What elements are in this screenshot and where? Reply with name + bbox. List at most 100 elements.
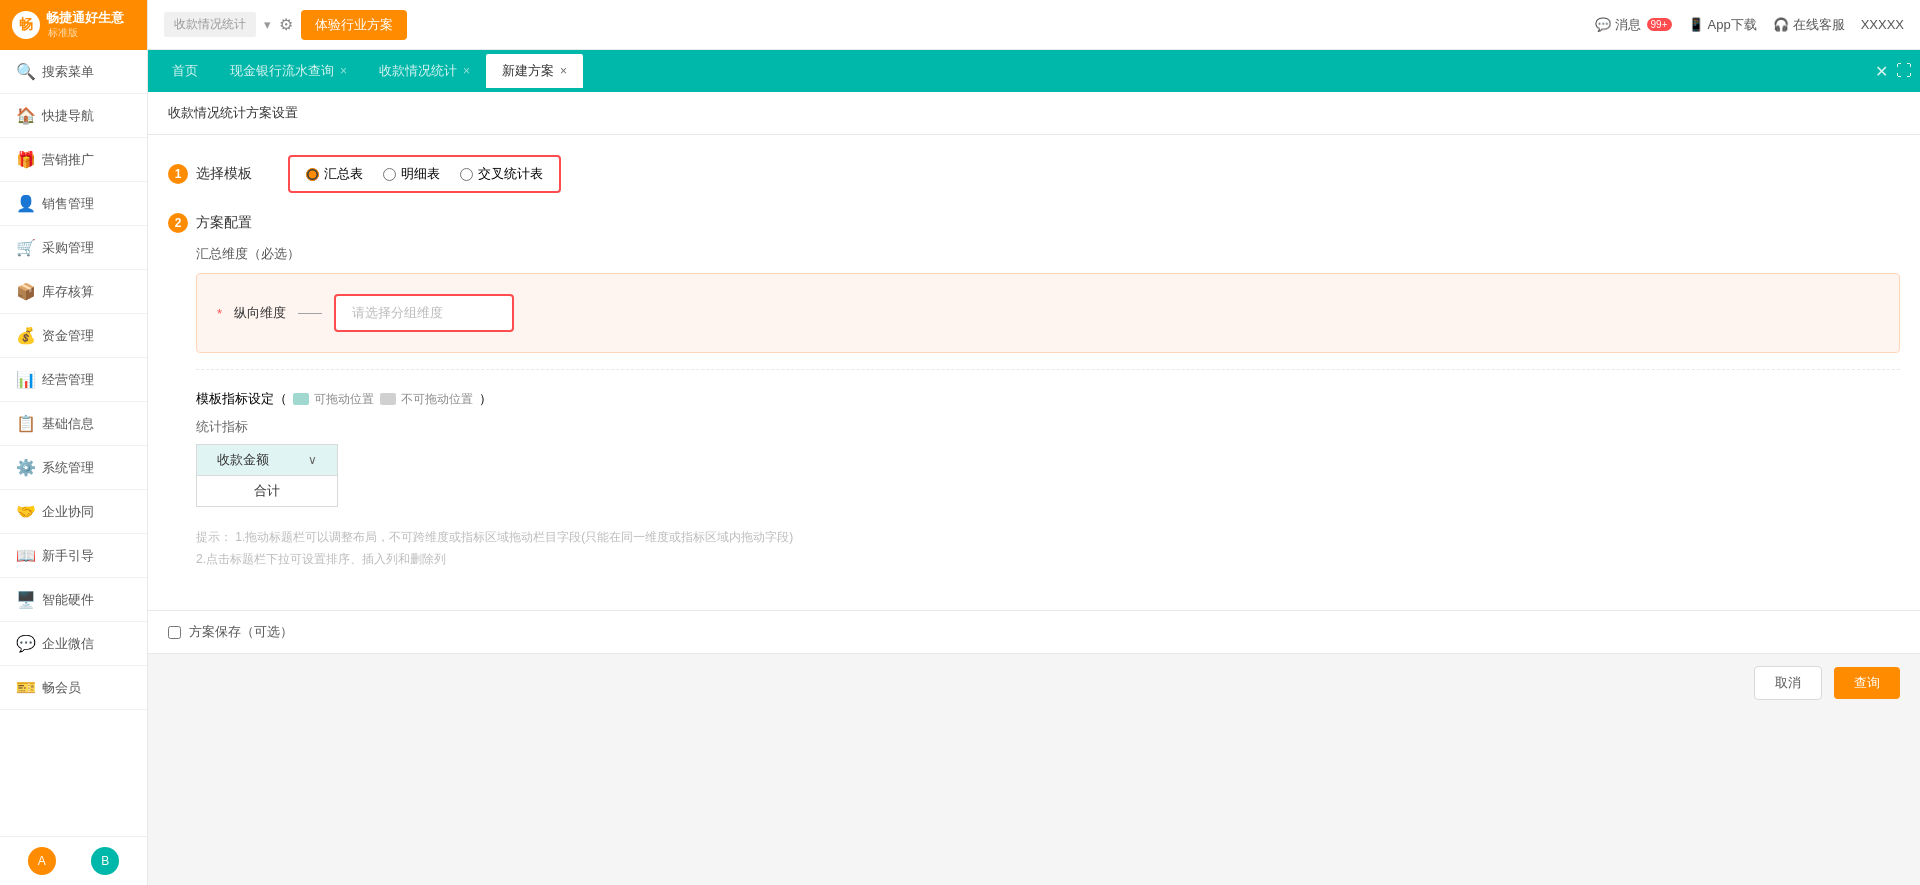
section2-num: 2: [168, 213, 188, 233]
tab-close-receipt-stats[interactable]: ×: [463, 64, 470, 78]
metrics-setting-label: 模板指标设定（: [196, 390, 287, 408]
tabs-right-controls: ✕ ⛶: [1875, 62, 1912, 81]
close-window-icon[interactable]: ✕: [1875, 62, 1888, 81]
message-icon: 💬: [1595, 17, 1611, 32]
radio-cross[interactable]: 交叉统计表: [460, 165, 543, 183]
sidebar-item-hardware[interactable]: 🖥️ 智能硬件: [0, 578, 147, 622]
main-area: 收款情况统计 ▾ ⚙ 体验行业方案 💬 消息 99+ 📱 App下载 🎧 在线客…: [148, 0, 1920, 885]
metrics-dropdown-icon[interactable]: ∨: [308, 453, 317, 467]
metrics-legend-row: 模板指标设定（ 可拖动位置 不可拖动位置 ）: [196, 390, 1900, 408]
sidebar-logo: 畅 畅捷通好生意 标准版: [0, 0, 147, 50]
tab-cash-flow[interactable]: 现金银行流水查询×: [214, 54, 363, 88]
sidebar-item-operation[interactable]: 📊 经营管理: [0, 358, 147, 402]
sidebar-label-basic-info: 基础信息: [42, 415, 94, 433]
sidebar-icon-inventory: 📦: [16, 282, 34, 301]
form-body: 1 选择模板 汇总表 明细表 交叉统计表: [148, 135, 1920, 610]
radio-detail-input[interactable]: [383, 168, 396, 181]
logo-text: 畅捷通好生意: [46, 10, 124, 26]
tab-label-home: 首页: [172, 62, 198, 80]
metrics-table-header[interactable]: 收款金额 ∨: [197, 445, 337, 476]
sidebar-icon-system: ⚙️: [16, 458, 34, 477]
tab-receipt-stats[interactable]: 收款情况统计×: [363, 54, 486, 88]
tab-close-new-plan[interactable]: ×: [560, 64, 567, 78]
sidebar-icon-finance: 💰: [16, 326, 34, 345]
sidebar-item-sales[interactable]: 👤 销售管理: [0, 182, 147, 226]
topbar: 收款情况统计 ▾ ⚙ 体验行业方案 💬 消息 99+ 📱 App下载 🎧 在线客…: [148, 0, 1920, 50]
section2-label: 方案配置: [196, 214, 252, 232]
radio-summary-input[interactable]: [306, 168, 319, 181]
dimension-row: * 纵向维度 —— 请选择分组维度: [217, 294, 1879, 332]
metrics-table: 收款金额 ∨ 合计: [196, 444, 338, 507]
metrics-section: 模板指标设定（ 可拖动位置 不可拖动位置 ） 统计指标: [196, 390, 1900, 507]
service-button[interactable]: 🎧 在线客服: [1773, 16, 1845, 34]
sidebar-item-quick-nav[interactable]: 🏠 快捷导航: [0, 94, 147, 138]
sidebar-item-wechat[interactable]: 💬 企业微信: [0, 622, 147, 666]
tab-close-cash-flow[interactable]: ×: [340, 64, 347, 78]
sidebar-label-system: 系统管理: [42, 459, 94, 477]
legend-draggable-item: 可拖动位置: [293, 391, 374, 408]
tab-new-plan[interactable]: 新建方案×: [486, 54, 583, 88]
sidebar-item-search-menu[interactable]: 🔍 搜索菜单: [0, 50, 147, 94]
sidebar-label-finance: 资金管理: [42, 327, 94, 345]
topbar-breadcrumb: 收款情况统计: [164, 12, 256, 37]
topbar-dropdown-icon[interactable]: ▾: [264, 17, 271, 32]
radio-cross-input[interactable]: [460, 168, 473, 181]
vertical-dimension-label: 纵向维度: [234, 304, 286, 322]
radio-summary[interactable]: 汇总表: [306, 165, 363, 183]
expand-window-icon[interactable]: ⛶: [1896, 62, 1912, 81]
sidebar-label-marketing: 营销推广: [42, 151, 94, 169]
legend-nondraggable-item: 不可拖动位置: [380, 391, 473, 408]
sidebar-avatar2[interactable]: B: [91, 847, 119, 875]
sidebar-avatar1[interactable]: A: [28, 847, 56, 875]
message-badge: 99+: [1647, 18, 1672, 31]
radio-detail[interactable]: 明细表: [383, 165, 440, 183]
cancel-button[interactable]: 取消: [1754, 666, 1822, 700]
dimension-select[interactable]: 请选择分组维度: [334, 294, 514, 332]
radio-summary-label: 汇总表: [324, 165, 363, 183]
trial-button[interactable]: 体验行业方案: [301, 10, 407, 40]
topbar-settings-icon[interactable]: ⚙: [279, 15, 293, 34]
query-button[interactable]: 查询: [1834, 667, 1900, 699]
section1-label: 选择模板: [196, 165, 252, 183]
sidebar-label-sales: 销售管理: [42, 195, 94, 213]
sidebar-item-enterprise[interactable]: 🤝 企业协同: [0, 490, 147, 534]
sidebar-item-member[interactable]: 🎫 畅会员: [0, 666, 147, 710]
sidebar-label-search-menu: 搜索菜单: [42, 63, 94, 81]
sidebar-label-hardware: 智能硬件: [42, 591, 94, 609]
tabs-bar: 首页现金银行流水查询×收款情况统计×新建方案× ✕ ⛶: [148, 50, 1920, 92]
section-template: 1 选择模板 汇总表 明细表 交叉统计表: [168, 155, 1900, 193]
app-download-button[interactable]: 📱 App下载: [1688, 16, 1757, 34]
topbar-left: 收款情况统计 ▾ ⚙ 体验行业方案: [164, 10, 407, 40]
tips-section: 提示： 1.拖动标题栏可以调整布局，不可跨维度或指标区域拖动栏目字段(只能在同一…: [196, 527, 1900, 570]
sidebar-icon-operation: 📊: [16, 370, 34, 389]
sidebar-icon-member: 🎫: [16, 678, 34, 697]
radio-cross-label: 交叉统计表: [478, 165, 543, 183]
legend-draggable-color: [293, 393, 309, 405]
required-mark: *: [217, 306, 222, 321]
sidebar-icon-purchase: 🛒: [16, 238, 34, 257]
save-plan-label: 方案保存（可选）: [189, 623, 293, 641]
sidebar-icon-search-menu: 🔍: [16, 62, 34, 81]
sidebar-label-wechat: 企业微信: [42, 635, 94, 653]
save-plan-checkbox[interactable]: [168, 626, 181, 639]
tab-home[interactable]: 首页: [156, 54, 214, 88]
sidebar-item-marketing[interactable]: 🎁 营销推广: [0, 138, 147, 182]
sidebar-label-inventory: 库存核算: [42, 283, 94, 301]
section1-num: 1: [168, 164, 188, 184]
sidebar-item-system[interactable]: ⚙️ 系统管理: [0, 446, 147, 490]
content-area: 收款情况统计方案设置 1 选择模板 汇总表 明细表: [148, 92, 1920, 885]
sidebar: 畅 畅捷通好生意 标准版 🔍 搜索菜单 🏠 快捷导航 🎁 营销推广 👤 销售管理…: [0, 0, 148, 885]
sidebar-item-inventory[interactable]: 📦 库存核算: [0, 270, 147, 314]
metrics-table-cell: 合计: [197, 476, 337, 506]
legend-nondraggable-color: [380, 393, 396, 405]
sidebar-item-purchase[interactable]: 🛒 采购管理: [0, 226, 147, 270]
sidebar-item-guide[interactable]: 📖 新手引导: [0, 534, 147, 578]
message-button[interactable]: 💬 消息 99+: [1595, 16, 1672, 34]
sidebar-item-basic-info[interactable]: 📋 基础信息: [0, 402, 147, 446]
sidebar-item-finance[interactable]: 💰 资金管理: [0, 314, 147, 358]
divider: [196, 369, 1900, 370]
sidebar-icon-quick-nav: 🏠: [16, 106, 34, 125]
dimension-area: * 纵向维度 —— 请选择分组维度: [196, 273, 1900, 353]
radio-detail-label: 明细表: [401, 165, 440, 183]
sidebar-icon-enterprise: 🤝: [16, 502, 34, 521]
